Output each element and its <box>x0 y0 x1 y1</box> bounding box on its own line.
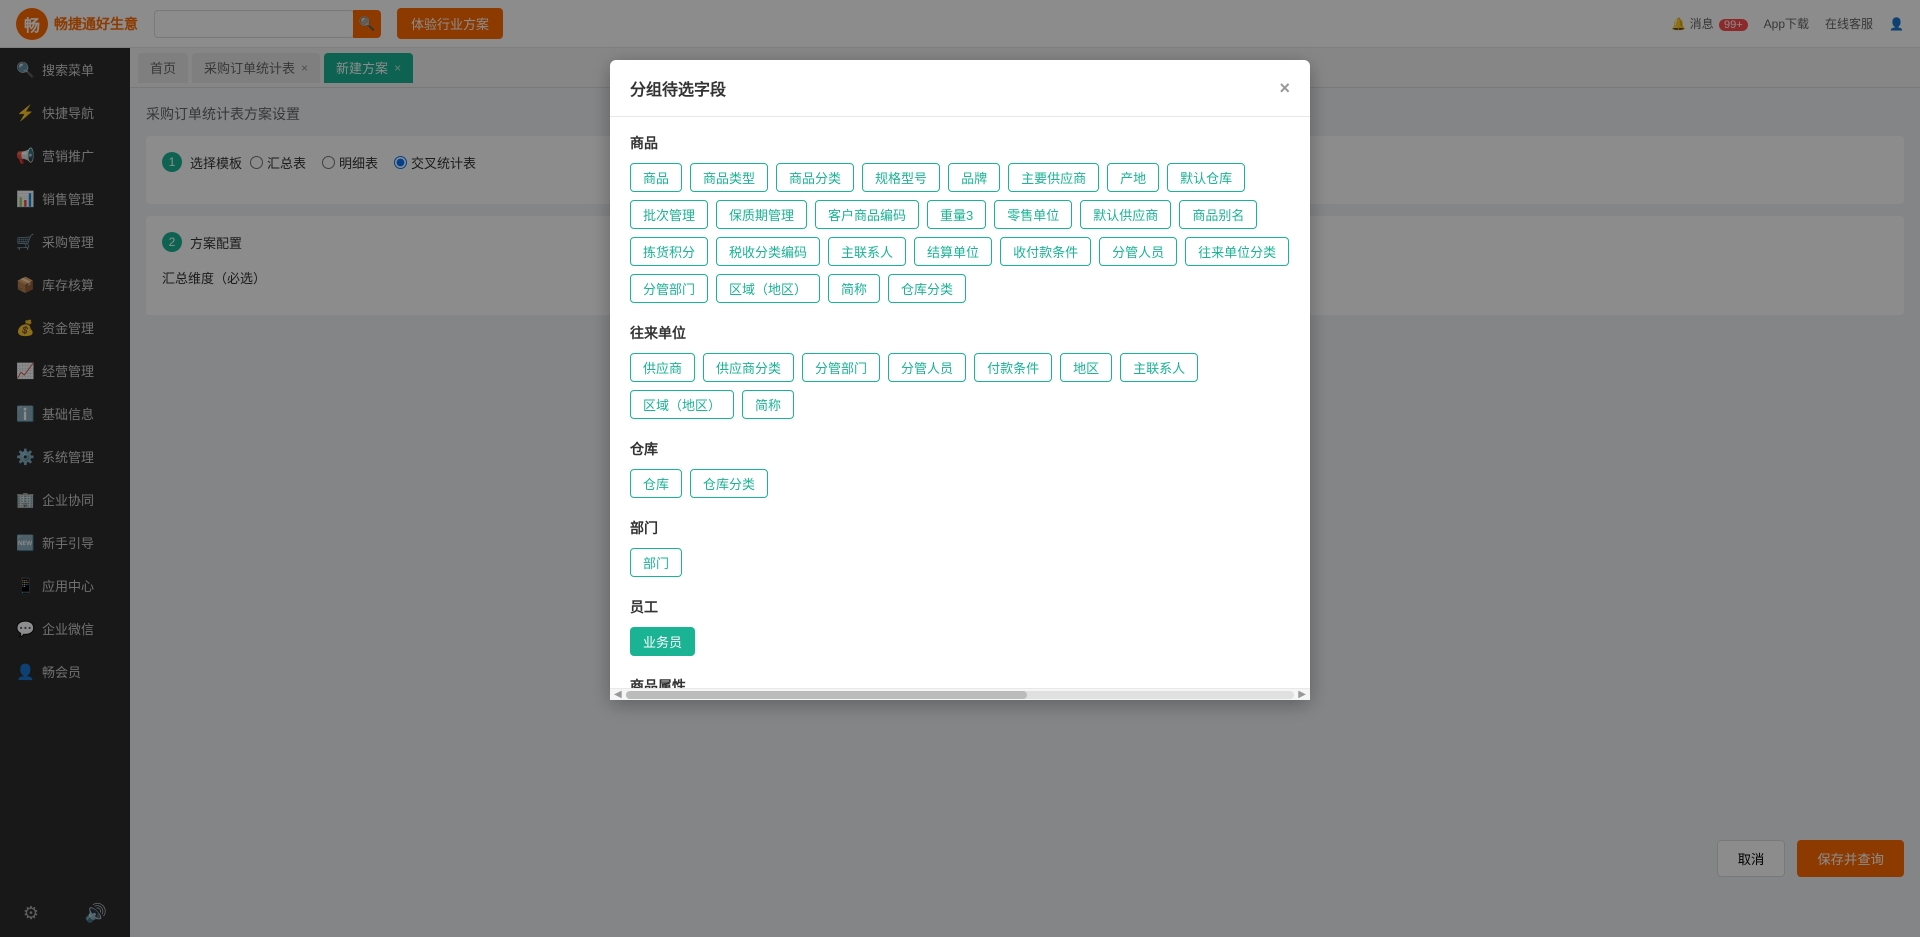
section-goods: 商品 商品 商品类型 商品分类 规格型号 品牌 主要供应商 产地 默认仓库 批次… <box>630 133 1290 303</box>
dialog-close-button[interactable]: × <box>1279 78 1290 99</box>
field-tag-supplier-cat[interactable]: 供应商分类 <box>703 353 794 382</box>
field-tag-salesperson[interactable]: 业务员 <box>630 627 695 656</box>
employee-field-grid: 业务员 <box>630 627 1290 656</box>
field-tag-partner-region[interactable]: 区域（地区） <box>630 390 734 419</box>
field-tag-batch[interactable]: 批次管理 <box>630 200 708 229</box>
dialog-h-scrollbar-area[interactable]: ◀ ▶ <box>610 688 1310 700</box>
section-employee: 员工 业务员 <box>630 597 1290 656</box>
field-tag-dept[interactable]: 分管部门 <box>630 274 708 303</box>
section-department-title: 部门 <box>630 518 1290 538</box>
scroll-right-arrow[interactable]: ▶ <box>1298 689 1306 700</box>
dialog-title: 分组待选字段 <box>630 76 726 100</box>
section-warehouse: 仓库 仓库 仓库分类 <box>630 439 1290 498</box>
goods-field-grid: 商品 商品类型 商品分类 规格型号 品牌 主要供应商 产地 默认仓库 批次管理 … <box>630 163 1290 303</box>
modal-overlay: 分组待选字段 × 商品 商品 商品类型 商品分类 规格型号 品牌 主要供应商 产… <box>0 0 1920 937</box>
h-scrollbar-thumb <box>626 691 1027 699</box>
field-tag-goods-category[interactable]: 商品分类 <box>776 163 854 192</box>
field-tag-partner-contact[interactable]: 主联系人 <box>1120 353 1198 382</box>
field-tag-region[interactable]: 区域（地区） <box>716 274 820 303</box>
section-goods-title: 商品 <box>630 133 1290 153</box>
field-tag-department[interactable]: 部门 <box>630 548 682 577</box>
field-tag-tax-code[interactable]: 税收分类编码 <box>716 237 820 266</box>
field-tag-partner-manager[interactable]: 分管人员 <box>888 353 966 382</box>
field-tag-partner-short[interactable]: 简称 <box>742 390 794 419</box>
field-tag-payment-terms[interactable]: 收付款条件 <box>1000 237 1091 266</box>
section-partner-title: 往来单位 <box>630 323 1290 343</box>
partner-field-grid: 供应商 供应商分类 分管部门 分管人员 付款条件 地区 主联系人 区域（地区） … <box>630 353 1290 419</box>
dialog-body[interactable]: 商品 商品 商品类型 商品分类 规格型号 品牌 主要供应商 产地 默认仓库 批次… <box>610 117 1310 688</box>
field-tag-wh[interactable]: 仓库 <box>630 469 682 498</box>
field-tag-quality[interactable]: 保质期管理 <box>716 200 807 229</box>
field-tag-payment-cond[interactable]: 付款条件 <box>974 353 1052 382</box>
field-tag-origin[interactable]: 产地 <box>1107 163 1159 192</box>
field-tag-short-name[interactable]: 简称 <box>828 274 880 303</box>
field-tag-customer-code[interactable]: 客户商品编码 <box>815 200 919 229</box>
field-tag-main-supplier[interactable]: 主要供应商 <box>1008 163 1099 192</box>
warehouse-field-grid: 仓库 仓库分类 <box>630 469 1290 498</box>
field-tag-wh-cat[interactable]: 仓库分类 <box>690 469 768 498</box>
section-product-attr: 商品属性 属性 颜色 多规格 尺码 鞋码 1 <box>630 676 1290 688</box>
dialog: 分组待选字段 × 商品 商品 商品类型 商品分类 规格型号 品牌 主要供应商 产… <box>610 60 1310 700</box>
section-employee-title: 员工 <box>630 597 1290 617</box>
field-tag-goods[interactable]: 商品 <box>630 163 682 192</box>
section-partner: 往来单位 供应商 供应商分类 分管部门 分管人员 付款条件 地区 主联系人 区域… <box>630 323 1290 419</box>
field-tag-default-warehouse[interactable]: 默认仓库 <box>1167 163 1245 192</box>
field-tag-manager[interactable]: 分管人员 <box>1099 237 1177 266</box>
field-tag-goods-type[interactable]: 商品类型 <box>690 163 768 192</box>
department-field-grid: 部门 <box>630 548 1290 577</box>
field-tag-retail-unit[interactable]: 零售单位 <box>994 200 1072 229</box>
field-tag-area[interactable]: 地区 <box>1060 353 1112 382</box>
section-department: 部门 部门 <box>630 518 1290 577</box>
section-warehouse-title: 仓库 <box>630 439 1290 459</box>
field-tag-warehouse-cat[interactable]: 仓库分类 <box>888 274 966 303</box>
field-tag-partner-dept[interactable]: 分管部门 <box>802 353 880 382</box>
field-tag-spec[interactable]: 规格型号 <box>862 163 940 192</box>
field-tag-main-contact[interactable]: 主联系人 <box>828 237 906 266</box>
scroll-left-arrow[interactable]: ◀ <box>614 689 622 700</box>
field-tag-supplier[interactable]: 供应商 <box>630 353 695 382</box>
field-tag-brand[interactable]: 品牌 <box>948 163 1000 192</box>
h-scrollbar[interactable] <box>626 691 1295 699</box>
field-tag-settlement-unit[interactable]: 结算单位 <box>914 237 992 266</box>
field-tag-weight[interactable]: 重量3 <box>927 200 986 229</box>
dialog-header: 分组待选字段 × <box>610 60 1310 117</box>
field-tag-partner-category[interactable]: 往来单位分类 <box>1185 237 1289 266</box>
field-tag-pick-points[interactable]: 拣货积分 <box>630 237 708 266</box>
section-product-attr-title: 商品属性 <box>630 676 1290 688</box>
field-tag-default-supplier[interactable]: 默认供应商 <box>1080 200 1171 229</box>
field-tag-alias[interactable]: 商品别名 <box>1179 200 1257 229</box>
